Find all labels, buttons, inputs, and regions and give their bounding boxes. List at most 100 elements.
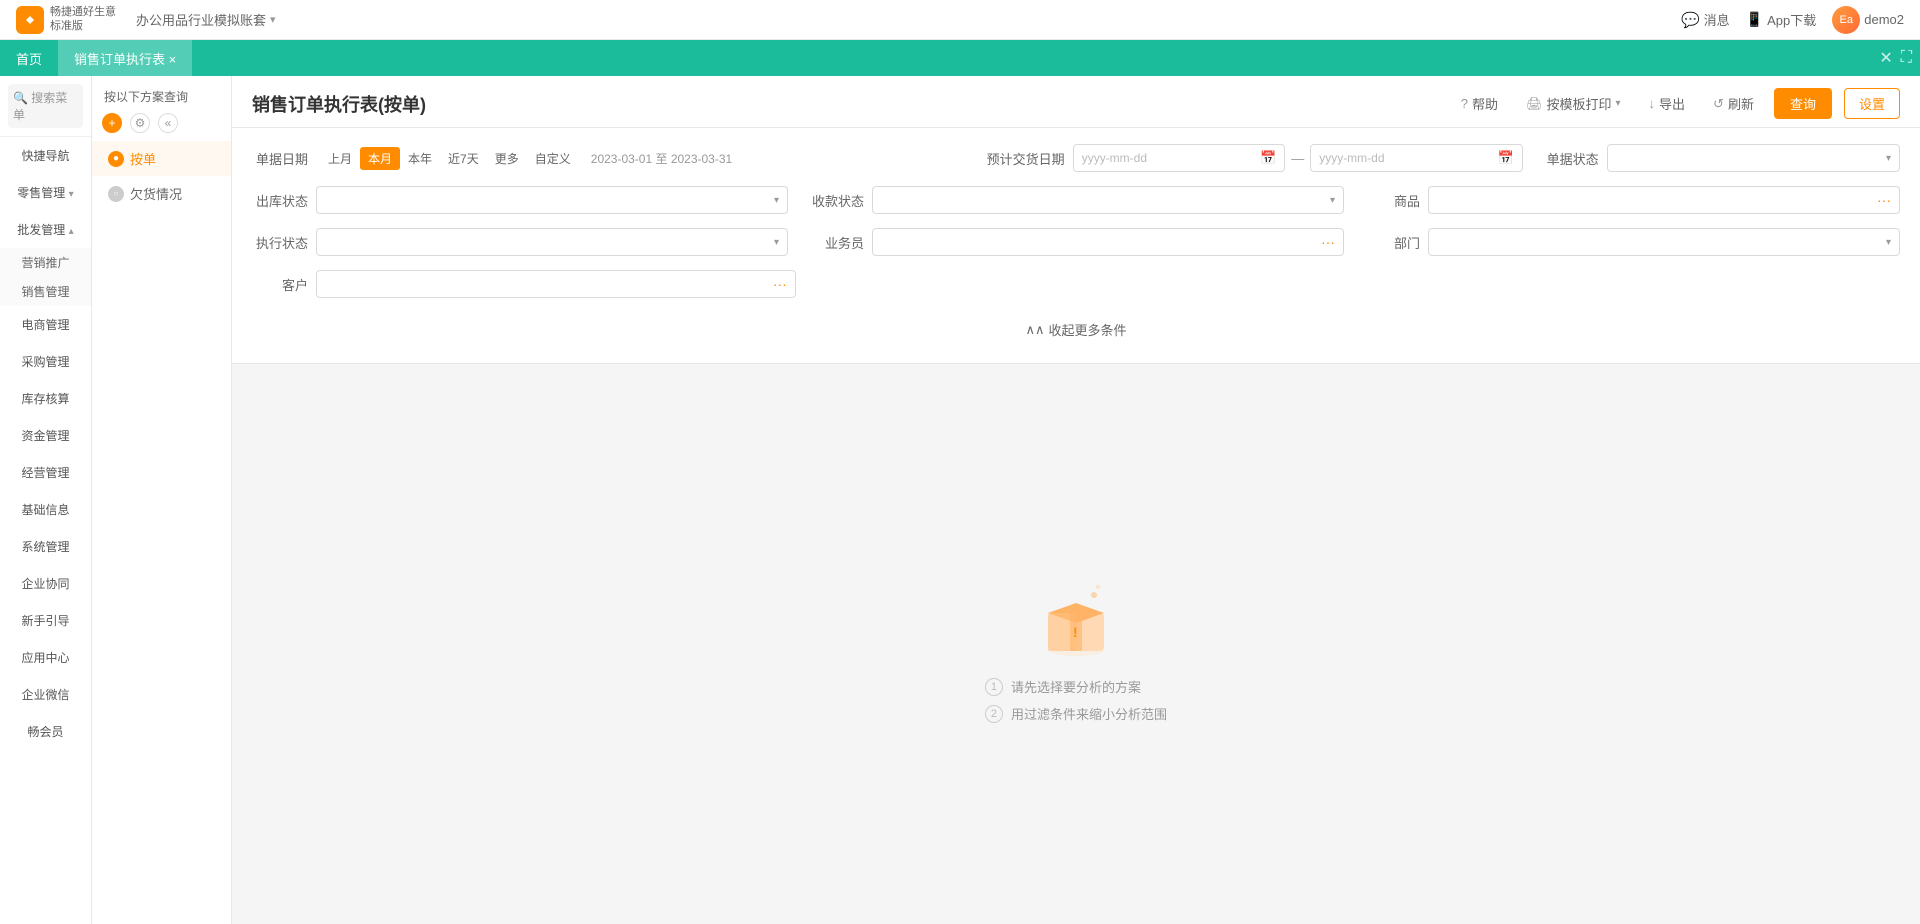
app-download-label: App下载: [1767, 10, 1816, 29]
user-menu-button[interactable]: Ea demo2: [1832, 6, 1904, 34]
product-select[interactable]: ···: [1428, 186, 1900, 214]
sidebar-item-jichu[interactable]: 基础信息: [0, 491, 91, 528]
sidebar-item-qiye[interactable]: 企业协同: [0, 565, 91, 602]
add-scheme-button[interactable]: +: [102, 113, 122, 133]
date-range-text: 2023-03-01 至 2023-03-31: [591, 150, 732, 167]
date-btn-more[interactable]: 更多: [487, 147, 527, 170]
sidebar-subitem-yingxiao[interactable]: 营销推广: [0, 248, 91, 277]
empty-hint-2: 2 用过滤条件来缩小分析范围: [985, 704, 1167, 723]
settings-button[interactable]: 设置: [1844, 88, 1900, 119]
query-button[interactable]: 查询: [1774, 88, 1832, 119]
sidebar-item-qiyeweixin[interactable]: 企业微信: [0, 676, 91, 713]
page-header: 销售订单执行表(按单) ? 帮助 🖨 按模板打印 ▾ ↓: [232, 76, 1920, 128]
collapse-panel-button[interactable]: «: [158, 113, 178, 133]
settings-icon: ⚙: [135, 116, 146, 130]
tab-expand-icon[interactable]: ⛶: [1901, 49, 1912, 67]
hint-num-1: 1: [985, 678, 1003, 696]
sidebar-subitem-xiaoshou[interactable]: 销售管理: [0, 277, 91, 306]
sidebar-item-zijin[interactable]: 资金管理: [0, 417, 91, 454]
help-button[interactable]: ? 帮助: [1453, 90, 1506, 117]
hint-text-1: 请先选择要分析的方案: [1011, 677, 1141, 696]
sidebar-item-kuaijie[interactable]: 快捷导航: [0, 137, 91, 174]
sidebar-item-pifa[interactable]: 批发管理 ▴: [0, 211, 91, 248]
tab-sales-order-label: 销售订单执行表 ×: [74, 49, 176, 68]
exec-select[interactable]: ▾: [316, 228, 788, 256]
delivery-chevron-icon: ▾: [774, 195, 779, 206]
date-btn-shangyu[interactable]: 上月: [320, 147, 360, 170]
help-label: 帮助: [1472, 94, 1498, 113]
print-button[interactable]: 🖨 按模板打印 ▾: [1518, 90, 1629, 117]
sidebar-item-dianshang[interactable]: 电商管理: [0, 306, 91, 343]
top-header-right: 💬 消息 📱 App下载 Ea demo2: [1681, 6, 1904, 34]
calendar-end-icon[interactable]: 📅: [1498, 150, 1514, 166]
top-header: 畅捷通好生意 标准版 办公用品行业模拟账套 ▾ 💬 消息 📱 App下载 Ea …: [0, 0, 1920, 40]
filter-field-dept: 部门 ▾: [1364, 228, 1900, 256]
sidebar-item-lingshou[interactable]: 零售管理 ▾: [0, 174, 91, 211]
expected-date-range: yyyy-mm-dd 📅 — yyyy-mm-dd 📅: [1073, 144, 1523, 172]
filter-row-1: 单据日期 上月 本月 本年 近7天 更多 自定义 2023-03-01 至 20…: [252, 144, 1900, 172]
status-select[interactable]: [1607, 144, 1900, 172]
payment-select[interactable]: ▾: [872, 186, 1344, 214]
message-button[interactable]: 💬 消息: [1681, 10, 1730, 29]
salesperson-label: 业务员: [808, 233, 864, 252]
scheme-item-andan[interactable]: ● 按单: [92, 141, 231, 176]
search-menu-button[interactable]: 🔍 搜索菜单: [8, 84, 83, 128]
left-panel-header: 按以下方案查询: [92, 88, 231, 113]
expected-date-start[interactable]: yyyy-mm-dd 📅: [1073, 144, 1286, 172]
left-panel: 按以下方案查询 + ⚙ « ● 按单: [92, 76, 232, 924]
sidebar-item-yingyong[interactable]: 应用中心: [0, 639, 91, 676]
customer-ellipsis-icon[interactable]: ···: [773, 276, 787, 292]
filter-area: 单据日期 上月 本月 本年 近7天 更多 自定义 2023-03-01 至 20…: [232, 128, 1920, 364]
breadcrumb[interactable]: 办公用品行业模拟账套 ▾: [136, 10, 276, 29]
export-button[interactable]: ↓ 导出: [1641, 90, 1694, 117]
settings-scheme-button[interactable]: ⚙: [130, 113, 150, 133]
expected-date-end[interactable]: yyyy-mm-dd 📅: [1310, 144, 1523, 172]
sidebar-item-caigou[interactable]: 采购管理: [0, 343, 91, 380]
date-btn-bennian[interactable]: 本年: [400, 147, 440, 170]
refresh-button[interactable]: ↺ 刷新: [1705, 90, 1762, 117]
sidebar-item-xitong[interactable]: 系统管理: [0, 528, 91, 565]
tab-home[interactable]: 首页: [0, 40, 58, 76]
empty-hint-1: 1 请先选择要分析的方案: [985, 677, 1167, 696]
date-btn-7days[interactable]: 近7天: [440, 147, 487, 170]
collapse-filter-button[interactable]: ∧∧ 收起更多条件: [252, 312, 1900, 347]
payment-label: 收款状态: [808, 191, 864, 210]
date-btn-custom[interactable]: 自定义: [527, 147, 579, 170]
sidebar-item-xinshou[interactable]: 新手引导: [0, 602, 91, 639]
export-label: 导出: [1659, 94, 1685, 113]
salesperson-select[interactable]: ···: [872, 228, 1344, 256]
svg-text:!: !: [1073, 624, 1078, 640]
username-label: demo2: [1864, 12, 1904, 27]
dept-chevron-icon: ▾: [1886, 237, 1891, 248]
chevron-down-icon: ▾: [69, 189, 74, 200]
collapse-arrow-icon: ∧∧: [1025, 322, 1044, 338]
sidebar-item-jingying[interactable]: 经营管理: [0, 454, 91, 491]
hint-text-2: 用过滤条件来缩小分析范围: [1011, 704, 1167, 723]
empty-state: ! 1 请先选择要分析的方案 2 用过滤条件来缩小分析范围: [985, 565, 1167, 723]
tab-close-all-icon[interactable]: ✕: [1879, 48, 1892, 68]
date-btn-benyue[interactable]: 本月: [360, 147, 400, 170]
filter-field-customer: 客户 ···: [252, 270, 796, 298]
tab-bar: 首页 销售订单执行表 × ✕ ⛶: [0, 40, 1920, 76]
product-ellipsis-icon[interactable]: ···: [1877, 192, 1891, 208]
sidebar-item-kucun[interactable]: 库存核算: [0, 380, 91, 417]
collapse-label: 收起更多条件: [1049, 320, 1127, 339]
tab-sales-order[interactable]: 销售订单执行表 ×: [58, 40, 192, 76]
avatar-text: Ea: [1840, 14, 1853, 26]
status-label: 单据状态: [1543, 149, 1599, 168]
breadcrumb-arrow-icon: ▾: [270, 13, 276, 26]
dept-select[interactable]: ▾: [1428, 228, 1900, 256]
filter-field-delivery: 出库状态 ▾: [252, 186, 788, 214]
salesperson-ellipsis-icon[interactable]: ···: [1321, 234, 1335, 250]
hint-num-2: 2: [985, 705, 1003, 723]
expected-date-label: 预计交货日期: [987, 149, 1065, 168]
delivery-select[interactable]: ▾: [316, 186, 788, 214]
empty-hints: 1 请先选择要分析的方案 2 用过滤条件来缩小分析范围: [985, 677, 1167, 723]
calendar-start-icon[interactable]: 📅: [1260, 150, 1276, 166]
app-download-button[interactable]: 📱 App下载: [1746, 10, 1817, 29]
filter-field-product: 商品 ···: [1364, 186, 1900, 214]
scheme-item-qianhuo[interactable]: ○ 欠货情况: [92, 176, 231, 211]
top-header-left: 畅捷通好生意 标准版 办公用品行业模拟账套 ▾: [16, 6, 276, 34]
customer-select[interactable]: ···: [316, 270, 796, 298]
sidebar-item-changhui[interactable]: 畅会员: [0, 713, 91, 750]
